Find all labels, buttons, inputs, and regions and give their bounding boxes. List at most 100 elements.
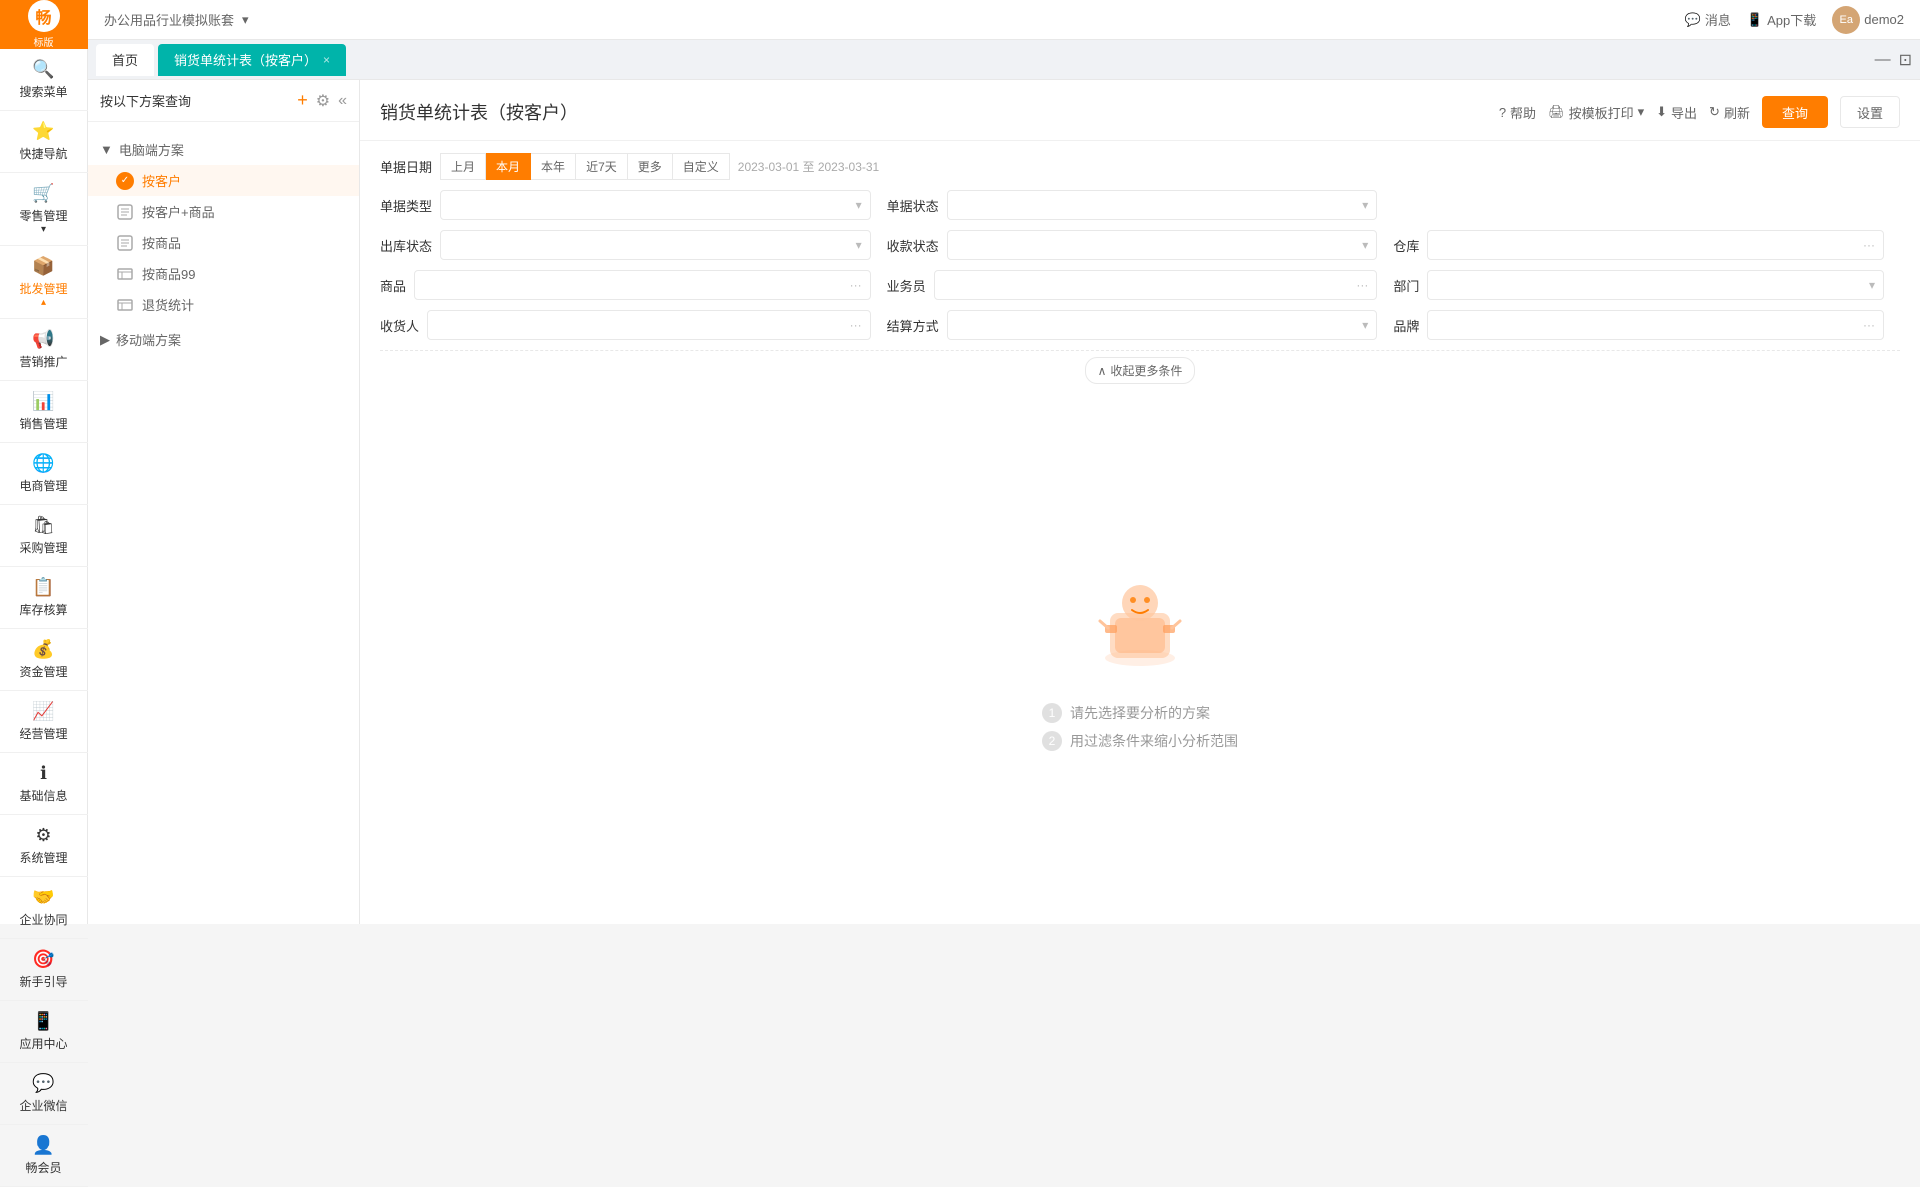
window-maximize-icon[interactable]: ⊡ bbox=[1899, 50, 1912, 70]
finance-icon: 💰 bbox=[32, 639, 54, 660]
sidebar-item-finance[interactable]: 💰 资金管理 bbox=[0, 629, 88, 691]
scheme-item-by-product[interactable]: 按商品 bbox=[88, 227, 359, 258]
salesperson-label: 业务员 bbox=[887, 276, 926, 295]
filter-row-type-status: 单据类型 ▾ 单据状态 ▾ bbox=[380, 190, 1900, 220]
sidebar-item-label: 营销推广 bbox=[19, 353, 67, 370]
empty-icon bbox=[1080, 563, 1200, 683]
sidebar-item-sales[interactable]: 📊 销售管理 bbox=[0, 381, 88, 443]
content-wrapper: 按以下方案查询 + ⚙ « ▼ 电脑端方案 ✓ bbox=[88, 80, 1920, 924]
desktop-scheme-group: ▼ 电脑端方案 ✓ 按客户 按客户+商品 bbox=[88, 130, 359, 324]
scheme-active-icon: ✓ bbox=[116, 172, 134, 190]
help-button[interactable]: ? 帮助 bbox=[1499, 103, 1536, 122]
dots-icon[interactable]: ··· bbox=[850, 318, 862, 332]
export-button[interactable]: ⬇ 导出 bbox=[1656, 103, 1697, 122]
app-download-button[interactable]: 📱 App下载 bbox=[1747, 10, 1816, 29]
sidebar-item-enterprise[interactable]: 🤝 企业协同 bbox=[0, 877, 88, 939]
tab-sales-stats[interactable]: 销货单统计表（按客户） × bbox=[158, 44, 346, 76]
sidebar-item-wholesale[interactable]: 📦 批发管理 ▴ bbox=[0, 246, 88, 319]
desktop-scheme-group-header[interactable]: ▼ 电脑端方案 bbox=[88, 134, 359, 165]
sidebar-item-purchase[interactable]: 🛍 采购管理 bbox=[0, 505, 88, 567]
scheme-item-label: 退货统计 bbox=[142, 295, 194, 314]
scheme-item-by-customer-product[interactable]: 按客户+商品 bbox=[88, 196, 359, 227]
sidebar-item-retail[interactable]: 🛒 零售管理 ▾ bbox=[0, 173, 88, 246]
empty-state: 1 请先选择要分析的方案 2 用过滤条件来缩小分析范围 bbox=[360, 390, 1920, 924]
scheme-item-by-customer[interactable]: ✓ 按客户 bbox=[88, 165, 359, 196]
refresh-button[interactable]: ↻ 刷新 bbox=[1709, 103, 1750, 122]
edit-scheme-button[interactable]: ⚙ bbox=[316, 91, 330, 111]
marketing-icon: 📢 bbox=[32, 329, 54, 350]
sidebar-item-label: 采购管理 bbox=[19, 539, 67, 556]
page-header: 销货单统计表（按客户） ? 帮助 🖨 按模板打印 ▾ ⬇ 导出 bbox=[360, 80, 1920, 141]
add-scheme-button[interactable]: + bbox=[297, 90, 308, 111]
sidebar-item-search-menu[interactable]: 🔍 搜索菜单 bbox=[0, 49, 88, 111]
sidebar-item-marketing[interactable]: 📢 营销推广 bbox=[0, 319, 88, 381]
payment-select[interactable]: ▾ bbox=[947, 310, 1378, 340]
tab-close-icon[interactable]: × bbox=[323, 53, 330, 67]
scheme-item-return-stats[interactable]: 退货统计 bbox=[88, 289, 359, 320]
sidebar-item-quick-nav[interactable]: ⭐ 快捷导航 bbox=[0, 111, 88, 173]
date-btn-this-month[interactable]: 本月 bbox=[486, 153, 531, 180]
out-status-select[interactable]: ▾ bbox=[440, 230, 871, 260]
date-btn-more[interactable]: 更多 bbox=[628, 153, 673, 180]
sidebar-item-label: 基础信息 bbox=[19, 787, 67, 804]
sidebar-item-new-guide[interactable]: 🎯 新手引导 bbox=[0, 939, 88, 1001]
dept-select[interactable]: ▾ bbox=[1427, 270, 1884, 300]
sidebar-item-label: 企业微信 bbox=[19, 1097, 67, 1114]
receiver-input[interactable]: ··· bbox=[427, 310, 871, 340]
chevron-right-icon: ▶ bbox=[100, 332, 110, 348]
print-button[interactable]: 🖨 按模板打印 ▾ bbox=[1548, 103, 1644, 122]
tab-home[interactable]: 首页 bbox=[96, 44, 154, 76]
brand-input[interactable]: ··· bbox=[1427, 310, 1884, 340]
date-btn-last-7-days[interactable]: 近7天 bbox=[576, 153, 628, 180]
recv-status-select[interactable]: ▾ bbox=[947, 230, 1378, 260]
date-buttons: 上月 本月 本年 近7天 更多 自定义 bbox=[440, 153, 730, 180]
collapse-panel-button[interactable]: « bbox=[338, 92, 347, 110]
sidebar-item-app-center[interactable]: 📱 应用中心 bbox=[0, 1001, 88, 1063]
sidebar-item-member[interactable]: 👤 畅会员 bbox=[0, 1125, 88, 1187]
settings-button[interactable]: 设置 bbox=[1840, 96, 1900, 128]
print-label: 按模板打印 bbox=[1569, 103, 1634, 122]
mobile-scheme-header[interactable]: ▶ 移动端方案 bbox=[88, 324, 359, 355]
header-breadcrumb: 办公用品行业模拟账套 ▾ bbox=[104, 10, 249, 29]
collapse-button[interactable]: ∧ 收起更多条件 bbox=[1085, 357, 1196, 384]
doc-type-select[interactable]: ▾ bbox=[440, 190, 871, 220]
date-btn-last-month[interactable]: 上月 bbox=[440, 153, 486, 180]
sidebar-item-basic-info[interactable]: ℹ 基础信息 bbox=[0, 753, 88, 815]
sidebar-item-ecommerce[interactable]: 🌐 电商管理 bbox=[0, 443, 88, 505]
breadcrumb-dropdown-icon[interactable]: ▾ bbox=[242, 12, 249, 28]
out-status-label: 出库状态 bbox=[380, 236, 432, 255]
product-input[interactable]: ··· bbox=[414, 270, 871, 300]
user-name: demo2 bbox=[1864, 12, 1904, 27]
dots-icon[interactable]: ··· bbox=[850, 278, 862, 292]
warehouse-input[interactable]: ··· bbox=[1427, 230, 1884, 260]
step-num-1: 1 bbox=[1042, 703, 1062, 723]
dots-icon[interactable]: ··· bbox=[1863, 318, 1875, 332]
chevron-down-icon: ▾ bbox=[856, 198, 862, 212]
breadcrumb-text: 办公用品行业模拟账套 bbox=[104, 10, 234, 29]
chevron-down-icon: ▼ bbox=[100, 142, 113, 157]
dots-icon[interactable]: ··· bbox=[1356, 278, 1368, 292]
date-btn-custom[interactable]: 自定义 bbox=[673, 153, 730, 180]
sidebar-item-system[interactable]: ⚙ 系统管理 bbox=[0, 815, 88, 877]
date-btn-this-year[interactable]: 本年 bbox=[531, 153, 576, 180]
salesperson-input[interactable]: ··· bbox=[934, 270, 1378, 300]
user-profile[interactable]: Ea demo2 bbox=[1832, 6, 1904, 34]
doc-status-select[interactable]: ▾ bbox=[947, 190, 1378, 220]
chevron-down-icon: ▾ bbox=[856, 238, 862, 252]
filter-cell-receiver: 收货人 ··· bbox=[380, 310, 887, 340]
message-button[interactable]: 💬 消息 bbox=[1685, 10, 1731, 29]
dots-icon[interactable]: ··· bbox=[1863, 238, 1875, 252]
basic-info-icon: ℹ bbox=[40, 763, 47, 784]
app-logo: 畅 标版 bbox=[0, 0, 88, 49]
filter-cell-recv-status: 收款状态 ▾ bbox=[887, 230, 1394, 260]
scheme-item-by-product-99[interactable]: 按商品99 bbox=[88, 258, 359, 289]
filter-cell-doc-status: 单据状态 ▾ bbox=[887, 190, 1394, 220]
dept-label: 部门 bbox=[1393, 276, 1419, 295]
sidebar-item-enterprise-wechat[interactable]: 💬 企业微信 bbox=[0, 1063, 88, 1125]
sidebar-item-operations[interactable]: 📈 经营管理 bbox=[0, 691, 88, 753]
filter-cell-doc-type: 单据类型 ▾ bbox=[380, 190, 887, 220]
window-minimize-icon[interactable]: — bbox=[1875, 51, 1891, 69]
date-label: 单据日期 bbox=[380, 157, 432, 176]
query-button[interactable]: 查询 bbox=[1762, 96, 1828, 128]
sidebar-item-inventory[interactable]: 📋 库存核算 bbox=[0, 567, 88, 629]
